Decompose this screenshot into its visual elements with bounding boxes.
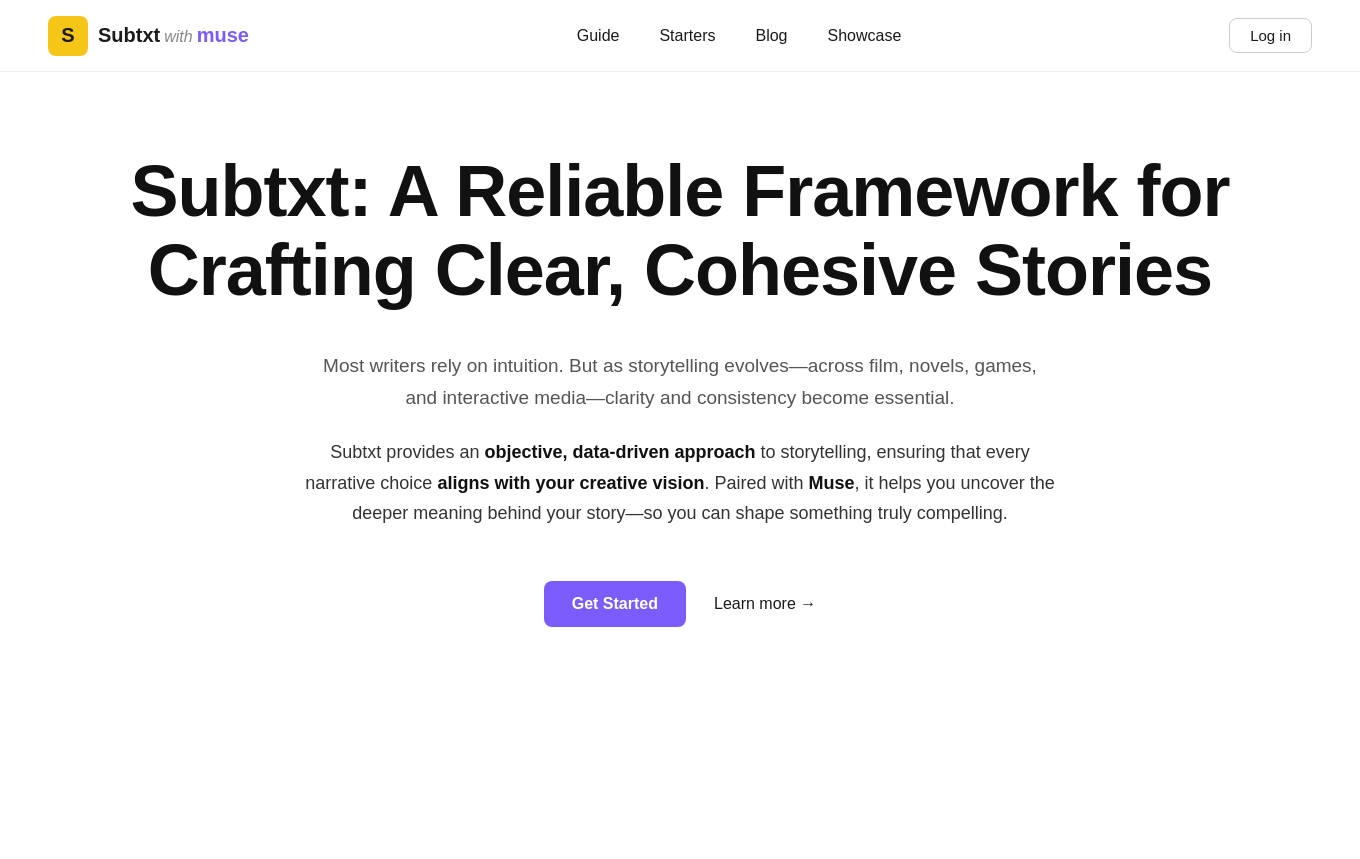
logo-brand-name: Subtxt bbox=[98, 24, 160, 47]
hero-body-muse: Muse bbox=[809, 473, 855, 493]
hero-body-bold2: aligns with your creative vision bbox=[437, 473, 704, 493]
main-nav: Guide Starters Blog Showcase bbox=[577, 27, 902, 45]
login-button[interactable]: Log in bbox=[1229, 18, 1312, 53]
cta-area: Get Started Learn more → bbox=[544, 581, 817, 627]
nav-guide[interactable]: Guide bbox=[577, 27, 620, 45]
nav-blog[interactable]: Blog bbox=[755, 27, 787, 45]
nav-showcase[interactable]: Showcase bbox=[827, 27, 901, 45]
logo[interactable]: S Subtxt with muse bbox=[48, 16, 249, 56]
hero-body-mid2: . Paired with bbox=[704, 473, 808, 493]
nav-starters[interactable]: Starters bbox=[659, 27, 715, 45]
hero-body-bold1: objective, data-driven approach bbox=[484, 442, 755, 462]
hero-body: Subtxt provides an objective, data-drive… bbox=[300, 437, 1060, 529]
hero-subtitle: Most writers rely on intuition. But as s… bbox=[320, 350, 1040, 413]
hero-body-prefix: Subtxt provides an bbox=[330, 442, 484, 462]
get-started-button[interactable]: Get Started bbox=[544, 581, 686, 627]
logo-with-text: with bbox=[164, 28, 192, 46]
logo-muse-text: muse bbox=[197, 24, 249, 47]
learn-more-link[interactable]: Learn more → bbox=[714, 595, 816, 613]
hero-title: Subtxt: A Reliable Framework for Craftin… bbox=[130, 152, 1230, 310]
logo-icon: S bbox=[48, 16, 88, 56]
